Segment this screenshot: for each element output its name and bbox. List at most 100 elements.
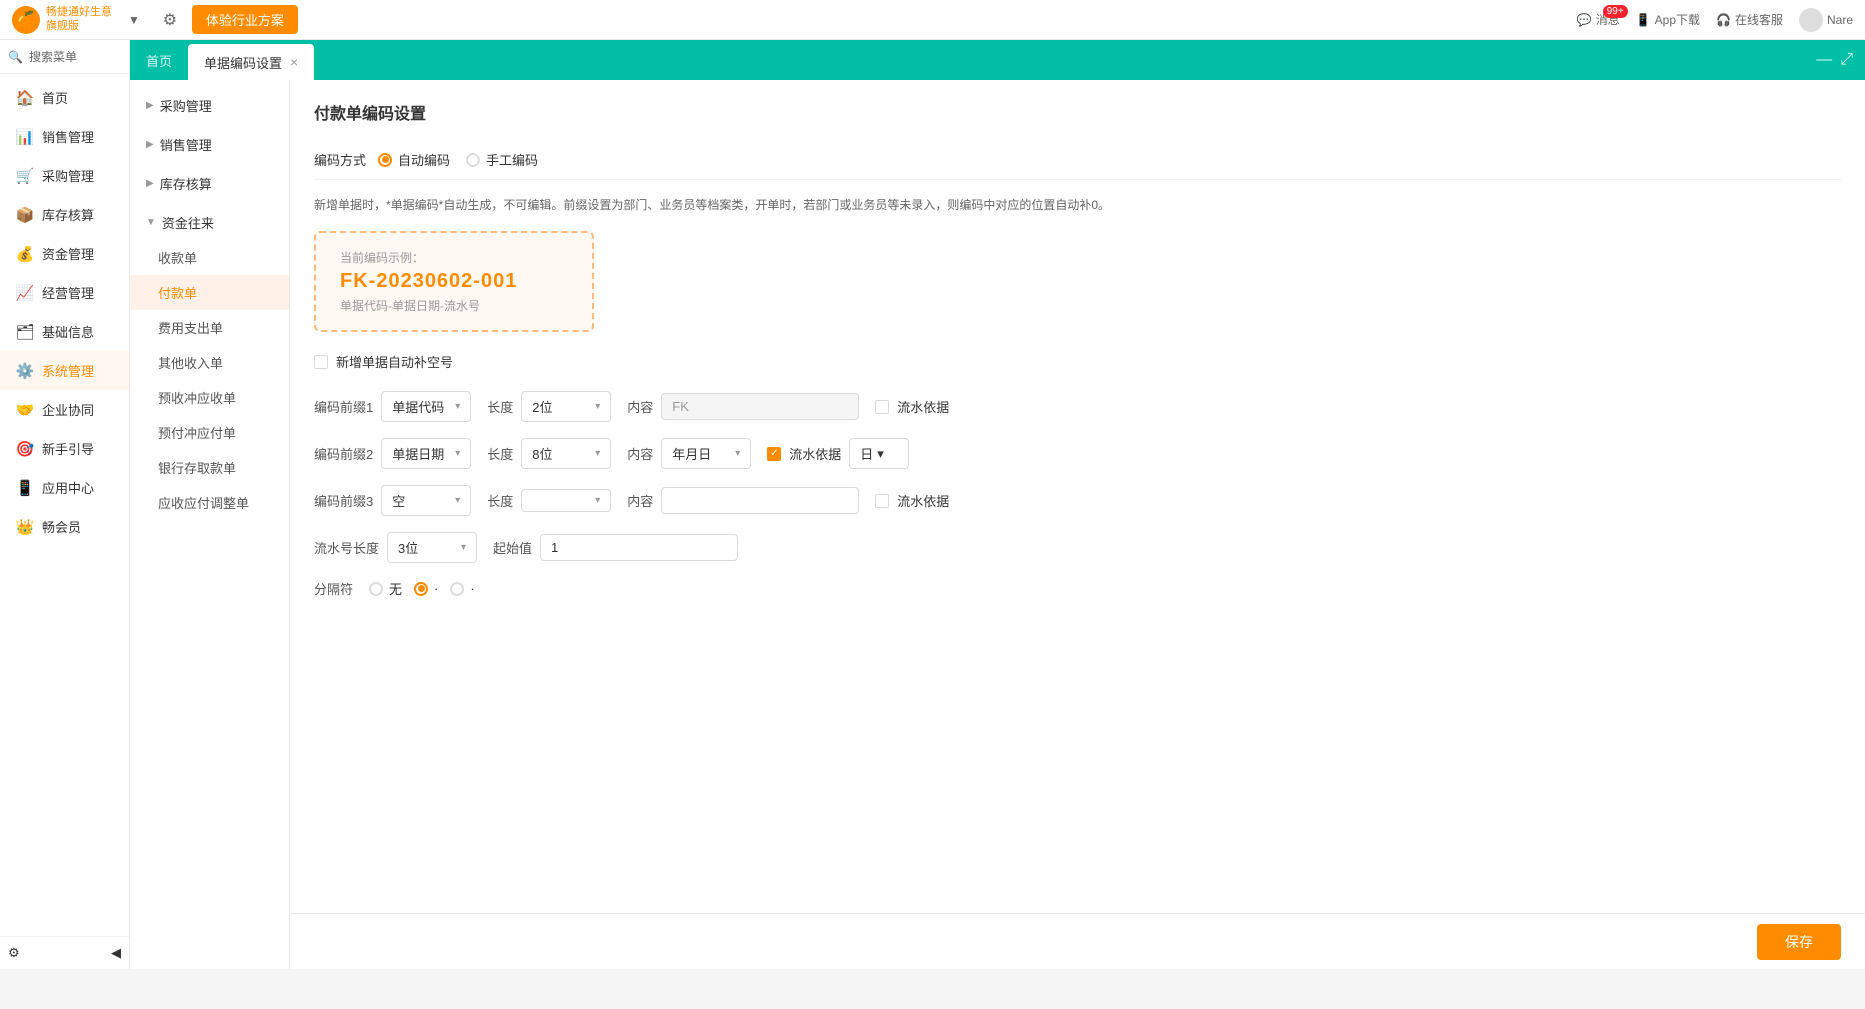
sidebar-item-member[interactable]: 👑 畅会员 <box>0 507 129 546</box>
prefix1-row: 编码前缀1 单据代码 ▾ 长度 2位 ▾ <box>314 391 1841 422</box>
sidebar-search[interactable]: 🔍 搜索菜单 <box>0 40 129 74</box>
serial-num-length-select[interactable]: 3位 ▾ <box>387 532 477 563</box>
prefix3-row: 编码前缀3 空 ▾ 长度 ▾ <box>314 485 1841 516</box>
auto-fill-label: 新增单据自动补空号 <box>336 352 453 371</box>
length3-caret: ▾ <box>595 495 600 506</box>
serial-num-length-label: 流水号长度 <box>314 538 379 557</box>
length2-label: 长度 <box>487 444 513 463</box>
sub-group-purchase-title[interactable]: ▶ 采购管理 <box>130 88 289 123</box>
sidebar-item-finance[interactable]: 💰 资金管理 <box>0 234 129 273</box>
sub-group-funds-title[interactable]: ▼ 资金往来 <box>130 205 289 240</box>
length2-select[interactable]: 8位 ▾ <box>521 438 611 469</box>
user-profile[interactable]: Nare <box>1799 8 1853 32</box>
length3-select[interactable]: ▾ <box>521 489 611 512</box>
prefix3-select[interactable]: 空 ▾ <box>381 485 471 516</box>
sep-none-radio[interactable]: 无 <box>369 579 402 598</box>
serial1-checkbox[interactable] <box>875 400 889 414</box>
sub-item-income[interactable]: 其他收入单 <box>130 345 289 380</box>
tab-encoding-settings[interactable]: 单据编码设置 × <box>188 44 314 80</box>
prefix2-label: 编码前缀2 <box>314 444 373 463</box>
auto-radio-circle <box>378 153 392 167</box>
sales-icon: 📊 <box>16 128 34 146</box>
code-preview-value: FK-20230602-001 <box>340 270 568 293</box>
content1-label: 内容 <box>627 397 653 416</box>
sidebar-item-sales[interactable]: 📊 销售管理 <box>0 117 129 156</box>
prefix2-select[interactable]: 单据日期 ▾ <box>381 438 471 469</box>
messages-button[interactable]: 💬 消息 99+ <box>1577 11 1620 28</box>
separator-options: 无 · · <box>369 579 475 598</box>
top-bar-right: 💬 消息 99+ 📱 App下载 🎧 在线客服 Nare <box>1577 8 1853 32</box>
content2-item: 内容 年月日 ▾ <box>627 438 751 469</box>
sub-group-sales-title[interactable]: ▶ 销售管理 <box>130 127 289 162</box>
save-button[interactable]: 保存 <box>1757 924 1841 960</box>
prefix3-label: 编码前缀3 <box>314 491 373 510</box>
sub-item-prepay-pay[interactable]: 预付冲应付单 <box>130 415 289 450</box>
start-value-input[interactable] <box>540 534 738 561</box>
settings-icon[interactable]: ⚙ <box>156 6 184 34</box>
purchase-icon: 🛒 <box>16 167 34 185</box>
tab-home[interactable]: 首页 <box>130 40 188 80</box>
sidebar-item-guide[interactable]: 🎯 新手引导 <box>0 429 129 468</box>
app-download-button[interactable]: 📱 App下载 <box>1636 11 1700 28</box>
sub-item-expense[interactable]: 费用支出单 <box>130 310 289 345</box>
brand: 🍊 畅捷通好生意 旗舰版 <box>12 6 112 34</box>
content2-caret: ▾ <box>735 448 740 459</box>
settings-bottom-icon[interactable]: ⚙ <box>8 945 20 961</box>
sidebar-item-home[interactable]: 🏠 首页 <box>0 78 129 117</box>
tab-close-icon[interactable]: × <box>290 54 298 70</box>
serial3-label: 流水依据 <box>897 491 949 510</box>
prefix1-select[interactable]: 单据代码 ▾ <box>381 391 471 422</box>
sep-dash-circle <box>450 582 464 596</box>
sep-dot-radio[interactable]: · <box>414 581 438 596</box>
content1-input <box>661 393 859 420</box>
auto-fill-row: 新增单据自动补空号 <box>314 352 1841 371</box>
sub-item-receipt[interactable]: 收款单 <box>130 240 289 275</box>
auto-fill-checkbox[interactable] <box>314 355 328 369</box>
start-value-item: 起始值 <box>493 534 738 561</box>
trial-button[interactable]: 体验行业方案 <box>192 5 298 34</box>
sidebar-item-basic[interactable]: 🗂 基础信息 <box>0 312 129 351</box>
code-preview-box: 当前编码示例： FK-20230602-001 单据代码-单据日期-流水号 <box>314 231 594 332</box>
length1-select[interactable]: 2位 ▾ <box>521 391 611 422</box>
expand-button[interactable]: ⤢ <box>1840 51 1853 69</box>
tab-bar: 首页 单据编码设置 × — ⤢ <box>130 40 1865 80</box>
encoding-method-label: 编码方式 <box>314 150 366 169</box>
sidebar-item-inventory[interactable]: 📦 库存核算 <box>0 195 129 234</box>
top-bar-left: 🍊 畅捷通好生意 旗舰版 ▼ ⚙ 体验行业方案 <box>12 5 298 34</box>
sub-item-payment[interactable]: 付款单 <box>130 275 289 310</box>
online-service-button[interactable]: 🎧 在线客服 <box>1716 11 1783 28</box>
content2-select[interactable]: 年月日 ▾ <box>661 438 751 469</box>
sidebar-item-purchase[interactable]: 🛒 采购管理 <box>0 156 129 195</box>
serial2-checkbox[interactable]: ✓ <box>767 447 781 461</box>
separator-row: 分隔符 无 · <box>314 579 1841 598</box>
day-select[interactable]: 日 ▾ <box>849 438 909 469</box>
serial-num-length-item: 流水号长度 3位 ▾ <box>314 532 477 563</box>
manual-encoding-radio[interactable]: 手工编码 <box>466 150 538 169</box>
auto-encoding-radio[interactable]: 自动编码 <box>378 150 450 169</box>
sidebar-item-app[interactable]: 📱 应用中心 <box>0 468 129 507</box>
content3-input[interactable] <box>661 487 859 514</box>
app-icon: 📱 <box>1636 13 1651 27</box>
sidebar-item-cooperation[interactable]: 🤝 企业协同 <box>0 390 129 429</box>
collapse-icon[interactable]: ◀ <box>111 945 121 961</box>
sub-item-bank[interactable]: 银行存取款单 <box>130 450 289 485</box>
sep-dot-inner <box>418 585 425 592</box>
sub-sidebar: ▶ 采购管理 ▶ 销售管理 ▶ 库存核算 ▼ 资金往来 <box>130 80 290 969</box>
sidebar-item-operations[interactable]: 📈 经营管理 <box>0 273 129 312</box>
length1-item: 长度 2位 ▾ <box>487 391 611 422</box>
sep-dash-radio[interactable]: · <box>450 581 474 596</box>
serial3-checkbox[interactable] <box>875 494 889 508</box>
serial1-item: 流水依据 <box>875 397 949 416</box>
content3-item: 内容 <box>627 487 859 514</box>
page-inner: 付款单编码设置 编码方式 自动编码 <box>290 80 1865 969</box>
sub-item-adjust[interactable]: 应收应付调整单 <box>130 485 289 520</box>
prefix1-item: 编码前缀1 单据代码 ▾ <box>314 391 471 422</box>
content1-item: 内容 <box>627 393 859 420</box>
dropdown-trigger[interactable]: ▼ <box>120 9 148 31</box>
sub-item-prepay-collect[interactable]: 预收冲应收单 <box>130 380 289 415</box>
top-bar-controls: ▼ ⚙ 体验行业方案 <box>120 5 298 34</box>
minimize-button[interactable]: — <box>1816 51 1832 69</box>
sidebar-item-system[interactable]: ⚙️ 系统管理 <box>0 351 129 390</box>
avatar <box>1799 8 1823 32</box>
sub-group-inventory-title[interactable]: ▶ 库存核算 <box>130 166 289 201</box>
